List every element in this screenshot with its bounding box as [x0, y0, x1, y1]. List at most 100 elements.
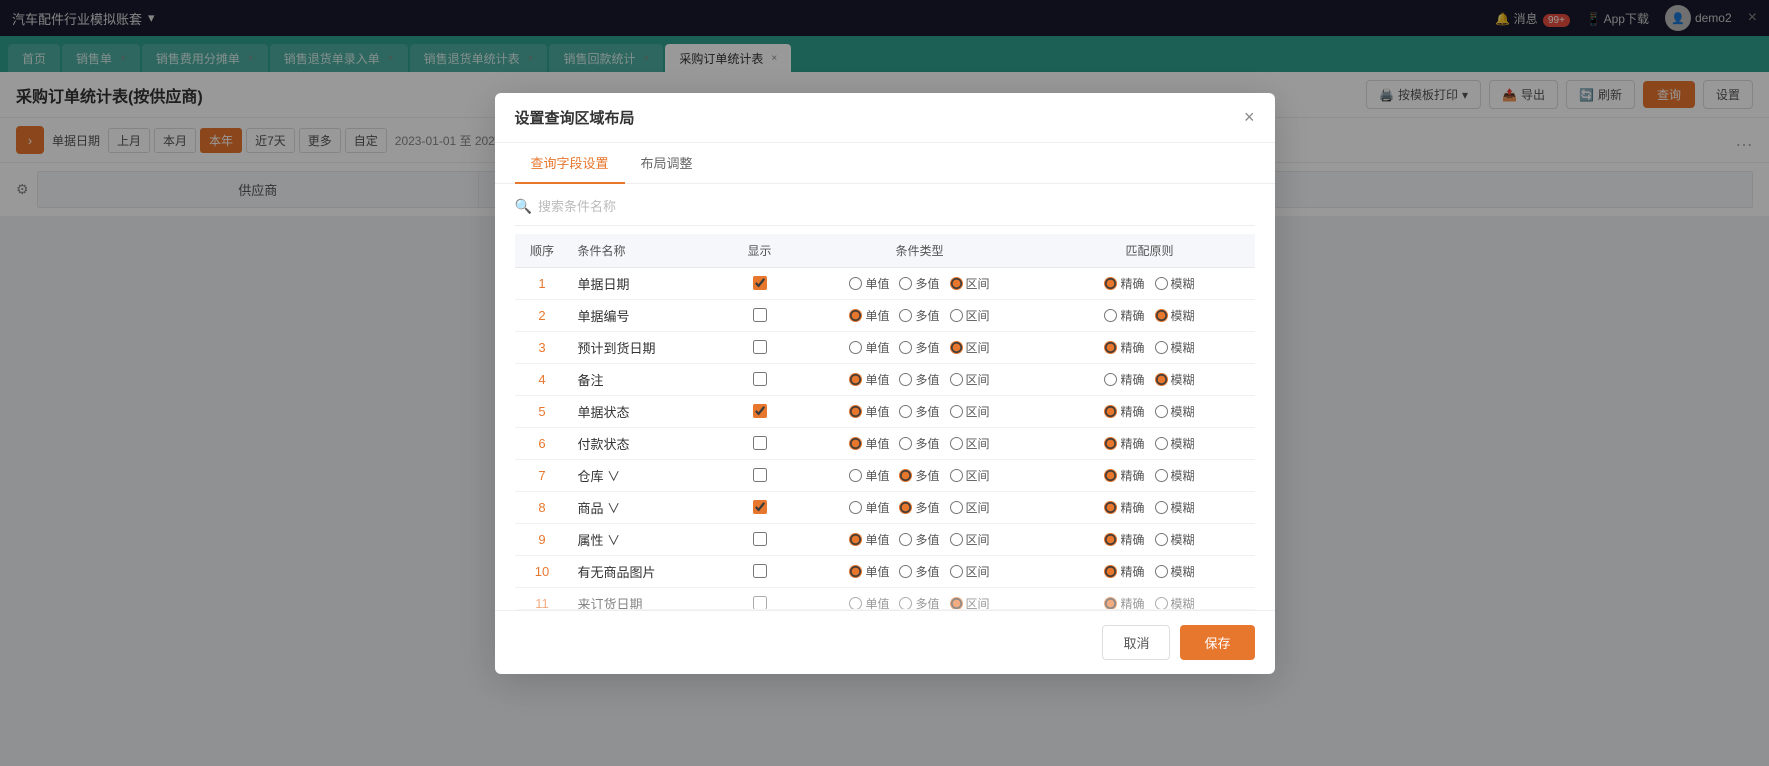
- modal-close-button[interactable]: ×: [1244, 108, 1255, 126]
- cancel-button[interactable]: 取消: [1102, 625, 1170, 660]
- table-row: 11 来订货日期 单值 多值 区间 精确 模糊: [515, 588, 1255, 610]
- modal-tab-layout[interactable]: 布局调整: [625, 143, 709, 184]
- row-9-match-fuzzy[interactable]: 模糊: [1155, 531, 1195, 548]
- row-5-type-range[interactable]: 区间: [950, 403, 990, 420]
- row-4-type-single[interactable]: 单值: [849, 371, 889, 388]
- row-10-type-multi[interactable]: 多值: [899, 563, 939, 580]
- row-3-checkbox[interactable]: [753, 340, 767, 354]
- row-9-type-single[interactable]: 单值: [849, 531, 889, 548]
- row-7-type-single[interactable]: 单值: [849, 467, 889, 484]
- row-6-type-multi[interactable]: 多值: [899, 435, 939, 452]
- row-7-type-range[interactable]: 区间: [950, 467, 990, 484]
- row-10-name: 有无商品图片: [578, 562, 656, 581]
- row-11-match-fuzzy[interactable]: 模糊: [1155, 595, 1195, 610]
- row-1-match-group: 精确 模糊: [1104, 275, 1194, 292]
- modal-tab-query-fields-label: 查询字段设置: [531, 156, 609, 171]
- row-10-type-single[interactable]: 单值: [849, 563, 889, 580]
- row-6-checkbox[interactable]: [753, 436, 767, 450]
- row-11-match-exact[interactable]: 精确: [1104, 595, 1144, 610]
- row-7-match-fuzzy[interactable]: 模糊: [1155, 467, 1195, 484]
- row-6-type-single[interactable]: 单值: [849, 435, 889, 452]
- row-4-type-group: 单值 多值 区间: [849, 371, 989, 388]
- row-1-type-multi[interactable]: 多值: [899, 275, 939, 292]
- row-9-type-multi[interactable]: 多值: [899, 531, 939, 548]
- row-2-match-exact[interactable]: 精确: [1104, 307, 1144, 324]
- search-input[interactable]: [538, 199, 1255, 214]
- row-10-match-fuzzy[interactable]: 模糊: [1155, 563, 1195, 580]
- table-row: 10 有无商品图片 单值 多值 区间 精确 模糊: [515, 556, 1255, 588]
- row-5-match-exact[interactable]: 精确: [1104, 403, 1144, 420]
- col-header-type: 条件类型: [790, 242, 1050, 259]
- row-7-num: 7: [538, 468, 545, 483]
- row-4-type-multi[interactable]: 多值: [899, 371, 939, 388]
- row-4-match-exact[interactable]: 精确: [1104, 371, 1144, 388]
- row-6-match-exact[interactable]: 精确: [1104, 435, 1144, 452]
- row-2-match-fuzzy[interactable]: 模糊: [1155, 307, 1195, 324]
- row-8-checkbox[interactable]: [753, 500, 767, 514]
- row-9-match-exact[interactable]: 精确: [1104, 531, 1144, 548]
- row-4-type-range[interactable]: 区间: [950, 371, 990, 388]
- settings-modal: 设置查询区域布局 × 查询字段设置 布局调整 🔍 顺序: [495, 93, 1275, 674]
- row-2-type-range[interactable]: 区间: [950, 307, 990, 324]
- row-8-match-group: 精确 模糊: [1104, 499, 1194, 516]
- table-row: 5 单据状态 单值 多值 区间 精确 模糊: [515, 396, 1255, 428]
- row-9-type-group: 单值 多值 区间: [849, 531, 989, 548]
- row-11-type-multi[interactable]: 多值: [899, 595, 939, 610]
- row-7-type-multi[interactable]: 多值: [899, 467, 939, 484]
- row-3-match-fuzzy[interactable]: 模糊: [1155, 339, 1195, 356]
- table-row: 3 预计到货日期 单值 多值 区间 精确 模糊: [515, 332, 1255, 364]
- row-7-checkbox[interactable]: [753, 468, 767, 482]
- row-7-match-group: 精确 模糊: [1104, 467, 1194, 484]
- row-11-type-group: 单值 多值 区间: [849, 595, 989, 610]
- row-3-match-exact[interactable]: 精确: [1104, 339, 1144, 356]
- table-row: 9 属性 ∨ 单值 多值 区间 精确 模糊: [515, 524, 1255, 556]
- col-header-match: 匹配原则: [1050, 242, 1250, 259]
- row-10-checkbox[interactable]: [753, 564, 767, 578]
- modal-tab-layout-label: 布局调整: [641, 156, 693, 171]
- row-2-type-multi[interactable]: 多值: [899, 307, 939, 324]
- row-2-checkbox[interactable]: [753, 308, 767, 322]
- row-9-checkbox[interactable]: [753, 532, 767, 546]
- row-8-type-multi[interactable]: 多值: [899, 499, 939, 516]
- row-6-name: 付款状态: [578, 434, 630, 453]
- search-bar: 🔍: [515, 198, 1255, 226]
- row-10-match-exact[interactable]: 精确: [1104, 563, 1144, 580]
- row-8-match-fuzzy[interactable]: 模糊: [1155, 499, 1195, 516]
- row-7-type-group: 单值 多值 区间: [849, 467, 989, 484]
- row-10-type-range[interactable]: 区间: [950, 563, 990, 580]
- row-3-name: 预计到货日期: [578, 338, 656, 357]
- row-5-type-multi[interactable]: 多值: [899, 403, 939, 420]
- row-1-name: 单据日期: [578, 274, 630, 293]
- row-1-checkbox[interactable]: [753, 276, 767, 290]
- row-6-match-fuzzy[interactable]: 模糊: [1155, 435, 1195, 452]
- row-8-type-range[interactable]: 区间: [950, 499, 990, 516]
- table-row: 4 备注 单值 多值 区间 精确 模糊: [515, 364, 1255, 396]
- row-7-match-exact[interactable]: 精确: [1104, 467, 1144, 484]
- row-5-checkbox[interactable]: [753, 404, 767, 418]
- row-4-checkbox[interactable]: [753, 372, 767, 386]
- row-2-type-single[interactable]: 单值: [849, 307, 889, 324]
- modal-tab-query-fields[interactable]: 查询字段设置: [515, 143, 625, 184]
- row-1-match-fuzzy[interactable]: 模糊: [1155, 275, 1195, 292]
- row-5-type-single[interactable]: 单值: [849, 403, 889, 420]
- table-row: 2 单据编号 单值 多值 区间 精确 模糊: [515, 300, 1255, 332]
- row-1-match-exact[interactable]: 精确: [1104, 275, 1144, 292]
- col-header-name: 条件名称: [570, 242, 730, 259]
- row-3-type-multi[interactable]: 多值: [899, 339, 939, 356]
- row-9-type-range[interactable]: 区间: [950, 531, 990, 548]
- row-11-type-range[interactable]: 区间: [950, 595, 990, 610]
- row-8-type-single[interactable]: 单值: [849, 499, 889, 516]
- row-11-type-single[interactable]: 单值: [849, 595, 889, 610]
- row-4-match-fuzzy[interactable]: 模糊: [1155, 371, 1195, 388]
- modal-tabs: 查询字段设置 布局调整: [495, 143, 1275, 184]
- row-3-type-range[interactable]: 区间: [950, 339, 990, 356]
- save-button[interactable]: 保存: [1180, 625, 1254, 660]
- row-11-checkbox[interactable]: [753, 596, 767, 610]
- table-row: 6 付款状态 单值 多值 区间 精确 模糊: [515, 428, 1255, 460]
- row-6-type-range[interactable]: 区间: [950, 435, 990, 452]
- row-8-match-exact[interactable]: 精确: [1104, 499, 1144, 516]
- row-1-type-single[interactable]: 单值: [849, 275, 889, 292]
- row-1-type-range[interactable]: 区间: [950, 275, 990, 292]
- row-3-type-single[interactable]: 单值: [849, 339, 889, 356]
- row-5-match-fuzzy[interactable]: 模糊: [1155, 403, 1195, 420]
